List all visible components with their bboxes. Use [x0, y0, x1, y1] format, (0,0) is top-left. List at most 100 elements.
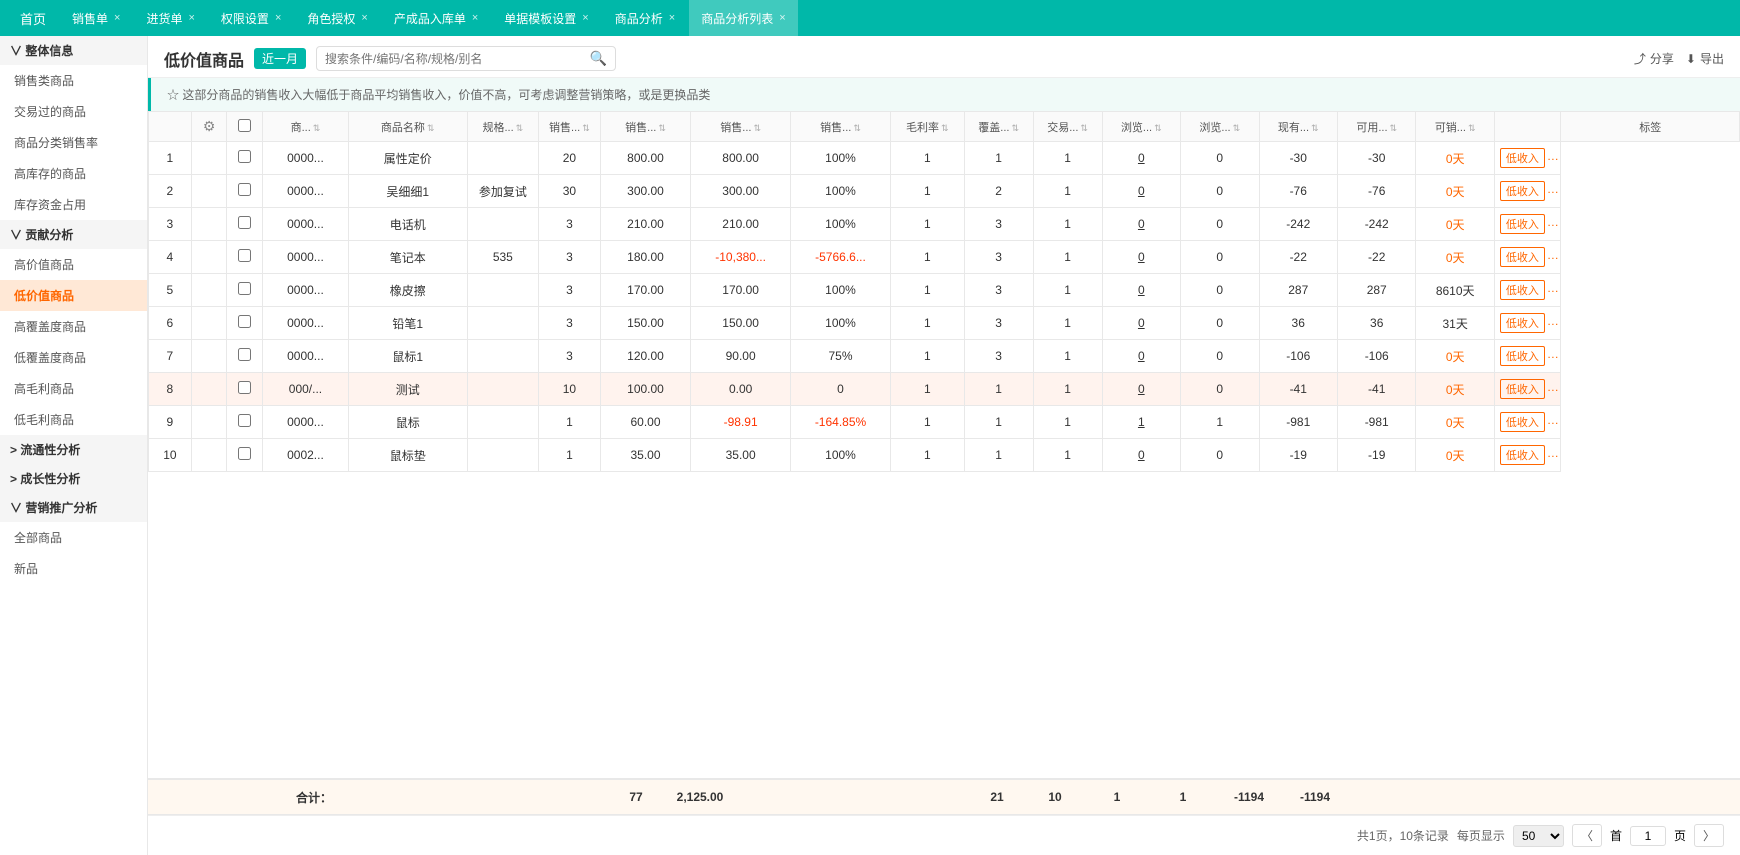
share-button[interactable]: ⤴ 分享 [1634, 50, 1674, 67]
row-checkbox[interactable] [238, 348, 251, 361]
row-checkbox[interactable] [238, 315, 251, 328]
select-all-checkbox[interactable] [238, 119, 251, 132]
sidebar-item-low-coverage[interactable]: 低覆盖度商品 [0, 342, 147, 373]
sidebar-group-marketing[interactable]: ∨ 营销推广分析 [0, 493, 147, 522]
col-header-cb[interactable] [227, 112, 263, 142]
page-number-input[interactable] [1630, 826, 1666, 846]
row-checkbox[interactable] [238, 414, 251, 427]
sidebar-item-all-products[interactable]: 全部商品 [0, 522, 147, 553]
nav-sales[interactable]: 销售单 × [60, 0, 132, 36]
nav-warehouse[interactable]: 产成品入库单 × [382, 0, 490, 36]
sidebar-item-low-value[interactable]: 低价值商品 [0, 280, 147, 311]
nav-analysis-list[interactable]: 商品分析列表 × [689, 0, 797, 36]
row-checkbox[interactable] [238, 150, 251, 163]
sidebar-item-high-value[interactable]: 高价值商品 [0, 249, 147, 280]
nav-sales-close[interactable]: × [114, 12, 120, 24]
cell-checkbox[interactable] [227, 439, 263, 472]
browse1-link[interactable]: 0 [1138, 151, 1145, 165]
row-checkbox[interactable] [238, 216, 251, 229]
col-header-name[interactable]: 商品名称⇅ [348, 112, 467, 142]
col-header-spec[interactable]: 规格...⇅ [467, 112, 538, 142]
nav-home[interactable]: 首页 [8, 0, 58, 36]
cell-browse1[interactable]: 0 [1102, 439, 1180, 472]
cell-browse1[interactable]: 1 [1102, 406, 1180, 439]
nav-role[interactable]: 角色授权 × [295, 0, 379, 36]
browse1-link[interactable]: 0 [1138, 382, 1145, 396]
cell-browse1[interactable]: 0 [1102, 340, 1180, 373]
cell-checkbox[interactable] [227, 241, 263, 274]
sidebar-group-circulation[interactable]: > 流通性分析 [0, 435, 147, 464]
row-checkbox[interactable] [238, 249, 251, 262]
col-header-saleable[interactable]: 可销...⇅ [1416, 112, 1494, 142]
browse1-link[interactable]: 1 [1138, 415, 1145, 429]
nav-purchase[interactable]: 进货单 × [134, 0, 206, 36]
cell-checkbox[interactable] [227, 208, 263, 241]
sidebar-item-new-products[interactable]: 新品 [0, 553, 147, 584]
cell-checkbox[interactable] [227, 406, 263, 439]
col-header-tags[interactable]: 标签 [1561, 112, 1740, 142]
nav-permission[interactable]: 权限设置 × [209, 0, 293, 36]
col-header-cover[interactable]: 覆盖...⇅ [964, 112, 1033, 142]
row-checkbox[interactable] [238, 183, 251, 196]
cell-checkbox[interactable] [227, 274, 263, 307]
browse1-link[interactable]: 0 [1138, 349, 1145, 363]
nav-permission-close[interactable]: × [275, 12, 281, 24]
col-header-stock1[interactable]: 现有...⇅ [1259, 112, 1337, 142]
export-button[interactable]: ⬇ 导出 [1686, 50, 1724, 67]
nav-role-close[interactable]: × [361, 12, 367, 24]
sidebar-item-sales-products[interactable]: 销售类商品 [0, 65, 147, 96]
col-header-gross[interactable]: 毛利率⇅ [890, 112, 964, 142]
sidebar-group-growth[interactable]: > 成长性分析 [0, 464, 147, 493]
cell-checkbox[interactable] [227, 373, 263, 406]
col-header-sale3[interactable]: 销售...⇅ [791, 112, 891, 142]
filter-tag[interactable]: 近一月 [254, 48, 306, 69]
col-header-days[interactable] [1494, 112, 1561, 142]
cell-browse1[interactable]: 0 [1102, 142, 1180, 175]
prev-page-button[interactable]: 〈 [1572, 824, 1602, 847]
cell-browse1[interactable]: 0 [1102, 208, 1180, 241]
sidebar-item-category-rate[interactable]: 商品分类销售率 [0, 127, 147, 158]
col-header-sale2[interactable]: 销售...⇅ [691, 112, 791, 142]
browse1-link[interactable]: 0 [1138, 316, 1145, 330]
nav-warehouse-close[interactable]: × [472, 12, 478, 24]
nav-template-close[interactable]: × [582, 12, 588, 24]
browse1-link[interactable]: 0 [1138, 448, 1145, 462]
nav-analysis-close[interactable]: × [669, 12, 675, 24]
sidebar-group-overall[interactable]: ∨ 整体信息 [0, 36, 147, 65]
row-checkbox[interactable] [238, 282, 251, 295]
nav-analysis[interactable]: 商品分析 × [603, 0, 687, 36]
nav-template[interactable]: 单据模板设置 × [492, 0, 600, 36]
sidebar-group-contribution[interactable]: ∨ 贡献分析 [0, 220, 147, 249]
cell-checkbox[interactable] [227, 175, 263, 208]
sidebar-item-low-margin[interactable]: 低毛利商品 [0, 404, 147, 435]
cell-browse1[interactable]: 0 [1102, 307, 1180, 340]
cell-checkbox[interactable] [227, 142, 263, 175]
cell-checkbox[interactable] [227, 307, 263, 340]
cell-browse1[interactable]: 0 [1102, 274, 1180, 307]
col-header-code[interactable]: 商...⇅ [263, 112, 349, 142]
cell-browse1[interactable]: 0 [1102, 175, 1180, 208]
nav-purchase-close[interactable]: × [188, 12, 194, 24]
per-page-select[interactable]: 50 100 200 [1513, 825, 1564, 847]
sidebar-item-high-margin[interactable]: 高毛利商品 [0, 373, 147, 404]
table-wrapper[interactable]: ⚙ 商...⇅ 商品名称⇅ 规格...⇅ 销售...⇅ 销售...⇅ 销售...… [148, 111, 1740, 778]
browse1-link[interactable]: 0 [1138, 250, 1145, 264]
next-page-button[interactable]: 〉 [1694, 824, 1724, 847]
cell-checkbox[interactable] [227, 340, 263, 373]
row-checkbox[interactable] [238, 381, 251, 394]
browse1-link[interactable]: 0 [1138, 184, 1145, 198]
sidebar-item-high-stock[interactable]: 高库存的商品 [0, 158, 147, 189]
row-checkbox[interactable] [238, 447, 251, 460]
search-icon[interactable]: 🔍 [590, 50, 607, 67]
col-header-browse2[interactable]: 浏览...⇅ [1181, 112, 1259, 142]
sidebar-item-traded[interactable]: 交易过的商品 [0, 96, 147, 127]
search-box[interactable]: 🔍 [316, 46, 616, 71]
sidebar-item-stock-capital[interactable]: 库存资金占用 [0, 189, 147, 220]
col-header-trade[interactable]: 交易...⇅ [1033, 112, 1102, 142]
col-header-qty[interactable]: 销售...⇅ [539, 112, 601, 142]
nav-analysis-list-close[interactable]: × [779, 12, 785, 24]
col-header-stock2[interactable]: 可用...⇅ [1337, 112, 1415, 142]
col-header-settings[interactable]: ⚙ [191, 112, 227, 142]
sidebar-item-high-coverage[interactable]: 高覆盖度商品 [0, 311, 147, 342]
settings-icon[interactable]: ⚙ [203, 118, 216, 134]
